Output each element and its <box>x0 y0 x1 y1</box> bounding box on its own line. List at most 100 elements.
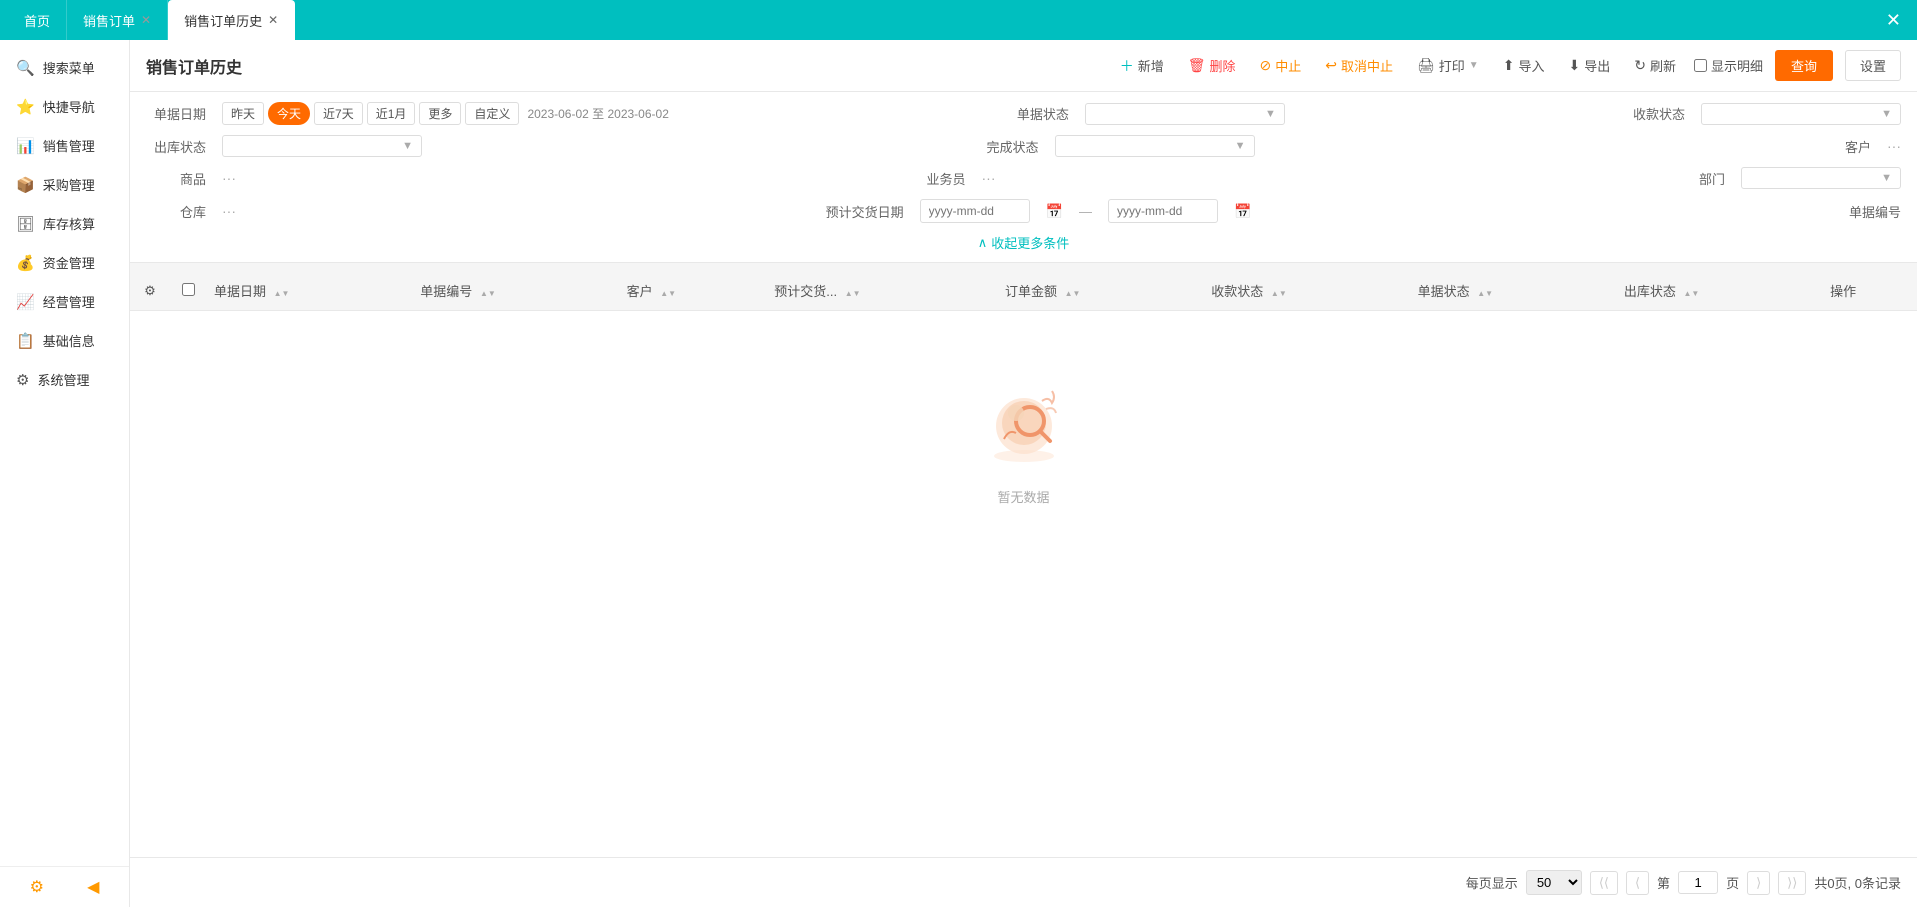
print-button[interactable]: 🖨 打印 ▼ <box>1411 52 1485 79</box>
sidebar-item-inventory[interactable]: 🗄 库存核算 <box>0 204 129 243</box>
delivery-date-end-calendar-icon[interactable]: 📅 <box>1234 203 1251 220</box>
quick-nav-icon: ⭐ <box>16 98 35 116</box>
order-status-label: 单据状态 <box>1009 104 1069 123</box>
data-table: ⚙ 单据日期 ▲▼ 单据编号 ▲▼ <box>130 271 1917 311</box>
payment-status-select[interactable]: ▼ <box>1701 103 1901 125</box>
system-mgmt-icon: ⚙ <box>16 371 29 389</box>
date-btn-today[interactable]: 今天 <box>268 102 310 125</box>
cancel-stop-icon: ↩ <box>1325 57 1337 74</box>
th-actions: 操作 <box>1822 271 1917 311</box>
operations-icon: 📈 <box>16 293 35 311</box>
payment-status-sort-icon[interactable]: ▲▼ <box>1271 289 1287 298</box>
complete-status-arrow-icon: ▼ <box>1235 140 1246 152</box>
window-close-icon[interactable]: ✕ <box>1878 10 1909 31</box>
sidebar-item-basic-info[interactable]: 📋 基础信息 <box>0 321 129 360</box>
page-title: 销售订单历史 <box>146 54 242 78</box>
salesman-label: 业务员 <box>906 169 966 188</box>
prev-page-button[interactable]: ⟨ <box>1626 871 1649 895</box>
th-order-status: 单据状态 ▲▼ <box>1410 271 1616 311</box>
th-check[interactable] <box>170 271 206 311</box>
delete-button[interactable]: 🗑 删除 <box>1182 52 1242 79</box>
tab-sales-order[interactable]: 销售订单 ✕ <box>67 0 168 40</box>
show-cols-toggle[interactable]: 显示明细 <box>1694 56 1763 75</box>
sidebar-settings-icon[interactable]: ⚙ <box>30 877 44 897</box>
delivery-date-start-input[interactable] <box>920 199 1030 223</box>
cancel-stop-button[interactable]: ↩ 取消中止 <box>1319 52 1399 79</box>
delivery-date-start-calendar-icon[interactable]: 📅 <box>1046 203 1063 220</box>
date-sort-icon[interactable]: ▲▼ <box>274 289 290 298</box>
warehouse-label: 仓库 <box>146 202 206 221</box>
date-range-separator: — <box>1079 204 1092 219</box>
export-button[interactable]: ⬇ 导出 <box>1562 52 1616 79</box>
main-layout: 🔍 搜索菜单 ⭐ 快捷导航 📊 销售管理 📦 采购管理 🗄 库存核算 💰 资金管… <box>0 40 1917 907</box>
order-status-select[interactable]: ▼ <box>1085 103 1285 125</box>
delivery-sort-icon[interactable]: ▲▼ <box>845 289 861 298</box>
sidebar-item-operations[interactable]: 📈 经营管理 <box>0 282 129 321</box>
collapse-button[interactable]: ∧ 收起更多条件 <box>146 233 1901 252</box>
tab-home[interactable]: 首页 <box>8 0 67 40</box>
date-btn-1month[interactable]: 近1月 <box>367 102 416 125</box>
out-status-label: 出库状态 <box>146 137 206 156</box>
date-shortcut-group: 昨天 今天 近7天 近1月 更多 自定义 2023-06-02 至 2023-0… <box>222 102 669 125</box>
sidebar-collapse-icon[interactable]: ◀ <box>87 877 99 897</box>
new-button[interactable]: ＋ 新增 <box>1114 52 1170 80</box>
date-btn-more[interactable]: 更多 <box>419 102 461 125</box>
salesman-ellipsis-icon[interactable]: ··· <box>982 170 996 186</box>
query-button[interactable]: 查询 <box>1775 50 1833 81</box>
delivery-date-end-input[interactable] <box>1108 199 1218 223</box>
last-page-button[interactable]: ⟩⟩ <box>1778 871 1806 895</box>
order-status-sort-icon[interactable]: ▲▼ <box>1477 289 1493 298</box>
dept-label: 部门 <box>1665 169 1725 188</box>
customer-sort-icon[interactable]: ▲▼ <box>660 289 676 298</box>
stop-icon: ⊘ <box>1260 57 1272 74</box>
refresh-button[interactable]: ↻ 刷新 <box>1628 52 1682 79</box>
complete-status-select[interactable]: ▼ <box>1055 135 1255 157</box>
show-cols-checkbox[interactable] <box>1694 59 1707 72</box>
date-btn-yesterday[interactable]: 昨天 <box>222 102 264 125</box>
dept-select[interactable]: ▼ <box>1741 167 1901 189</box>
tab-sales-order-close[interactable]: ✕ <box>141 13 151 27</box>
toolbar: 销售订单历史 ＋ 新增 🗑 删除 ⊘ 中止 ↩ 取消中止 <box>130 40 1917 92</box>
page-number-input[interactable] <box>1678 871 1718 894</box>
date-range-text: 2023-06-02 至 2023-06-02 <box>527 105 668 122</box>
customer-ellipsis-icon[interactable]: ··· <box>1887 138 1901 154</box>
tab-sales-order-history-close[interactable]: ✕ <box>268 13 278 27</box>
date-btn-7days[interactable]: 近7天 <box>314 102 363 125</box>
order-no-sort-icon[interactable]: ▲▼ <box>480 289 496 298</box>
out-status-sort-icon[interactable]: ▲▼ <box>1684 289 1700 298</box>
order-status-arrow-icon: ▼ <box>1265 108 1276 120</box>
th-settings[interactable]: ⚙ <box>130 271 170 311</box>
page-label-before: 第 <box>1657 873 1670 892</box>
basic-info-icon: 📋 <box>16 332 35 350</box>
th-date: 单据日期 ▲▼ <box>206 271 412 311</box>
setting-button[interactable]: 设置 <box>1845 50 1901 81</box>
sidebar: 🔍 搜索菜单 ⭐ 快捷导航 📊 销售管理 📦 采购管理 🗄 库存核算 💰 资金管… <box>0 40 130 907</box>
table-header-row: ⚙ 单据日期 ▲▼ 单据编号 ▲▼ <box>130 271 1917 311</box>
filter-row-1: 单据日期 昨天 今天 近7天 近1月 更多 自定义 2023-06-02 至 2… <box>146 102 1901 125</box>
select-all-checkbox[interactable] <box>182 283 195 296</box>
sidebar-item-sales-mgmt[interactable]: 📊 销售管理 <box>0 126 129 165</box>
payment-status-label: 收款状态 <box>1625 104 1685 123</box>
refresh-icon: ↻ <box>1634 57 1646 74</box>
filter-row-4: 仓库 ··· 预计交货日期 📅 — 📅 单据编号 <box>146 199 1901 223</box>
settings-icon[interactable]: ⚙ <box>144 283 156 298</box>
per-page-select[interactable]: 50 10 20 100 <box>1526 870 1582 895</box>
stop-button[interactable]: ⊘ 中止 <box>1254 52 1308 79</box>
sidebar-item-capital[interactable]: 💰 资金管理 <box>0 243 129 282</box>
order-no-label: 单据编号 <box>1841 202 1901 221</box>
import-button[interactable]: ⬆ 导入 <box>1497 52 1551 79</box>
sidebar-item-purchase-mgmt[interactable]: 📦 采购管理 <box>0 165 129 204</box>
warehouse-ellipsis-icon[interactable]: ··· <box>222 203 236 219</box>
sidebar-item-quick-nav[interactable]: ⭐ 快捷导航 <box>0 87 129 126</box>
date-btn-custom[interactable]: 自定义 <box>465 102 519 125</box>
sidebar-item-system-mgmt[interactable]: ⚙ 系统管理 <box>0 360 129 399</box>
next-page-button[interactable]: ⟩ <box>1747 871 1770 895</box>
total-info: 共0页, 0条记录 <box>1814 873 1901 892</box>
out-status-select[interactable]: ▼ <box>222 135 422 157</box>
goods-ellipsis-icon[interactable]: ··· <box>222 170 236 186</box>
tab-sales-order-history[interactable]: 销售订单历史 ✕ <box>168 0 295 40</box>
amount-sort-icon[interactable]: ▲▼ <box>1065 289 1081 298</box>
th-out-status: 出库状态 ▲▼ <box>1616 271 1822 311</box>
sidebar-item-search-menu[interactable]: 🔍 搜索菜单 <box>0 48 129 87</box>
first-page-button[interactable]: ⟨⟨ <box>1590 871 1618 895</box>
